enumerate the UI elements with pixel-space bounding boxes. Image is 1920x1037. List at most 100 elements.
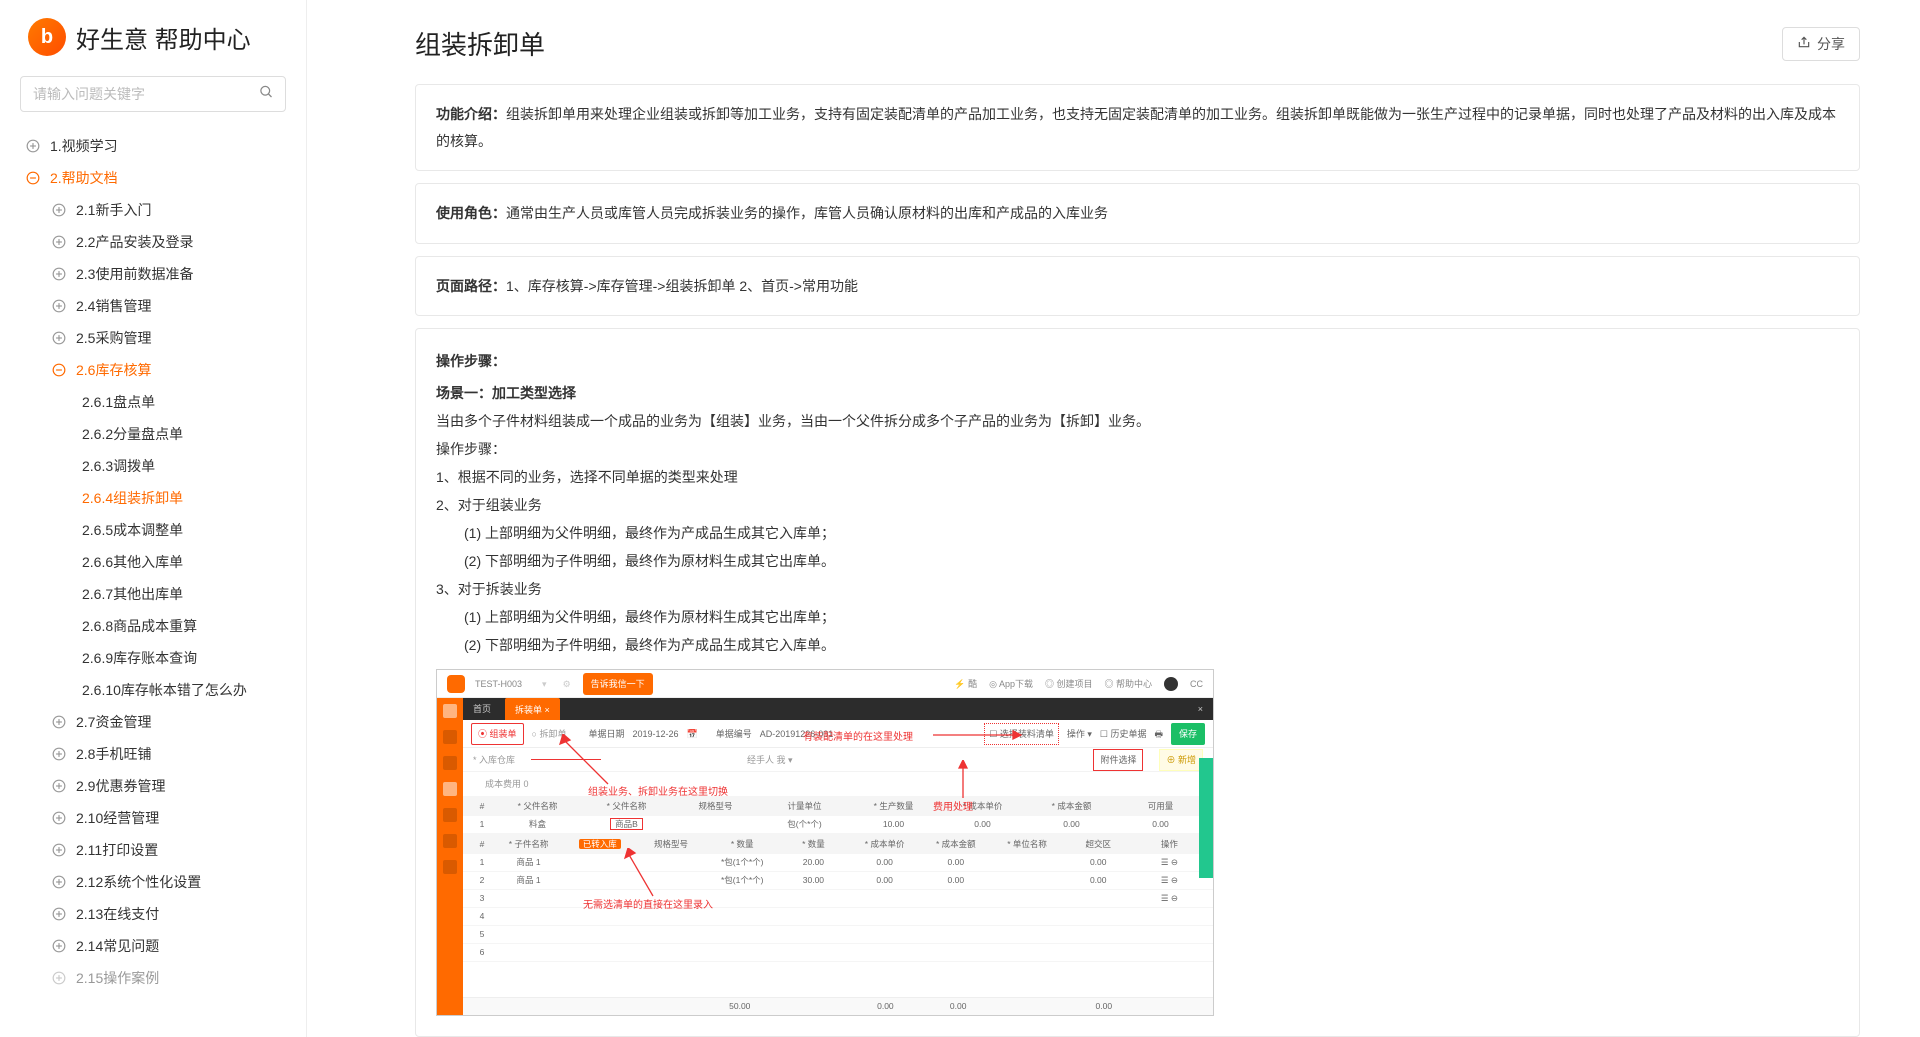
- nav-leaf-262[interactable]: 2.6.2分量盘点单: [20, 418, 286, 450]
- page-title: 组装拆卸单: [415, 25, 545, 62]
- nav-leaf-268[interactable]: 2.6.8商品成本重算: [20, 610, 286, 642]
- nav-label: 2.2产品安装及登录: [76, 226, 193, 258]
- search-box: [20, 76, 286, 112]
- td: 30.00: [778, 872, 849, 889]
- chevron-down-icon: ▾: [542, 675, 547, 693]
- intro-label: 功能介绍：: [436, 106, 506, 122]
- td: ☰ ⊖: [1134, 890, 1205, 907]
- embed-logo-icon: [447, 675, 465, 693]
- embed-date-val: 2019-12-26: [632, 725, 678, 743]
- menu-icon: [443, 808, 457, 822]
- nav-sub-24[interactable]: 2.4销售管理: [20, 290, 286, 322]
- nav-sub-213[interactable]: 2.13在线支付: [20, 898, 286, 930]
- nav-leaf-265[interactable]: 2.6.5成本调整单: [20, 514, 286, 546]
- th: 已转入库: [579, 839, 621, 849]
- nav-sub-25[interactable]: 2.5采购管理: [20, 322, 286, 354]
- td: 5: [471, 926, 493, 943]
- embed-tab-home: 首页: [473, 700, 491, 718]
- nav-sub-210[interactable]: 2.10经营管理: [20, 802, 286, 834]
- td: 3: [471, 890, 493, 907]
- th: 计量单位: [760, 798, 849, 815]
- foot-val: 0.00: [922, 998, 995, 1015]
- embed-child-thead: # * 子件名称 已转入库 规格型号 * 数量 * 数量 * 成本单价 * 成本…: [463, 834, 1213, 854]
- role-box: 使用角色：通常由生产人员或库管人员完成拆装业务的操作，库管人员确认原材料的出库和…: [415, 183, 1860, 244]
- nav-sub-211[interactable]: 2.11打印设置: [20, 834, 286, 866]
- search-icon[interactable]: [259, 85, 274, 104]
- main: 组装拆卸单 分享 功能介绍：组装拆卸单用来处理企业组装或拆卸等加工业务，支持有固…: [307, 0, 1920, 1037]
- nav-label: 2.6.9库存账本查询: [82, 642, 197, 674]
- nav-label: 2.6.2分量盘点单: [82, 418, 183, 450]
- td: 0.00: [1063, 854, 1134, 871]
- plus-icon: [50, 713, 68, 731]
- embed-tabbar: 首页 拆装单 × ×: [463, 698, 1213, 720]
- th: #: [471, 836, 493, 853]
- nav-sub-215[interactable]: 2.15操作案例: [20, 962, 286, 994]
- nav-sub-21[interactable]: 2.1新手入门: [20, 194, 286, 226]
- nav-item-docs[interactable]: 2.帮助文档 2.1新手入门 2.2产品安装及登录 2.3使用前数据准备 2.4…: [20, 162, 286, 994]
- menu-icon: [443, 756, 457, 770]
- embed-tb-r2: ◎ App下载: [989, 675, 1033, 693]
- menu-icon: [443, 782, 457, 796]
- nav-label: 2.12系统个性化设置: [76, 866, 201, 898]
- embed-tb-r3: ◎ 创建项目: [1045, 675, 1093, 693]
- nav-sub-214[interactable]: 2.14常见问题: [20, 930, 286, 962]
- nav-label: 2.6.7其他出库单: [82, 578, 183, 610]
- embed-parent-thead: # * 父件名称 * 父件名称 规格型号 计量单位 * 生产数量 * 成本单价 …: [463, 796, 1213, 816]
- td: ☰ ⊖: [1134, 872, 1205, 889]
- nav-sub-27[interactable]: 2.7资金管理: [20, 706, 286, 738]
- nav-label: 2.6.6其他入库单: [82, 546, 183, 578]
- th: * 子件名称: [493, 836, 564, 853]
- nav-leaf-261[interactable]: 2.6.1盘点单: [20, 386, 286, 418]
- embed-demo-btn: 告诉我信一下: [583, 673, 653, 695]
- nav-sub-28[interactable]: 2.8手机旺铺: [20, 738, 286, 770]
- embed-cost-box: 附件选择: [1093, 749, 1143, 771]
- arrow-icon: [953, 760, 983, 800]
- embed-save: 保存: [1171, 723, 1205, 745]
- td: 2: [471, 872, 493, 889]
- nav-label: 2.7资金管理: [76, 706, 151, 738]
- embed-radio1: ⦿ 组装单: [471, 723, 524, 745]
- minus-icon: [24, 169, 42, 187]
- embed-op-person: 经手人 我 ▾: [747, 751, 793, 769]
- menu-icon: [443, 860, 457, 874]
- embed-code: TEST-H003: [475, 675, 522, 693]
- nav-leaf-263[interactable]: 2.6.3调拨单: [20, 450, 286, 482]
- plus-icon: [24, 137, 42, 155]
- nav-sub-29[interactable]: 2.9优惠券管理: [20, 770, 286, 802]
- plus-icon: [50, 809, 68, 827]
- nav-sub-212[interactable]: 2.12系统个性化设置: [20, 866, 286, 898]
- nav-leaf-264[interactable]: 2.6.4组装拆卸单: [20, 482, 286, 514]
- nav-label: 2.6.5成本调整单: [82, 514, 183, 546]
- embed-code-label: 单据编号: [716, 725, 752, 743]
- nav-leaf-269[interactable]: 2.6.9库存账本查询: [20, 642, 286, 674]
- role-label: 使用角色：: [436, 205, 506, 221]
- nav-sub-22[interactable]: 2.2产品安装及登录: [20, 226, 286, 258]
- nav-label: 2.10经营管理: [76, 802, 159, 834]
- calendar-icon: 📅: [687, 725, 698, 743]
- search-input[interactable]: [20, 76, 286, 112]
- th: * 生产数量: [849, 798, 938, 815]
- foot-val: 50.00: [703, 998, 776, 1015]
- embed-tb-r1: ⚡ 酷: [954, 675, 977, 693]
- th: 可用量: [1116, 798, 1205, 815]
- nav-label: 2.1新手入门: [76, 194, 151, 226]
- embed-wh-label: * 入库仓库: [473, 751, 515, 769]
- logo-text: 好生意 帮助中心: [76, 20, 251, 55]
- nav-label: 2.帮助文档: [50, 162, 118, 194]
- nav-sub-26[interactable]: 2.6库存核算 2.6.1盘点单 2.6.2分量盘点单 2.6.3调拨单 2.6…: [20, 354, 286, 706]
- avatar-icon: [1164, 677, 1178, 691]
- nav-label: 2.6.4组装拆卸单: [82, 482, 183, 514]
- nav-sub-23[interactable]: 2.3使用前数据准备: [20, 258, 286, 290]
- nav-item-video[interactable]: 1.视频学习: [20, 130, 286, 162]
- th: * 成本金额: [1027, 798, 1116, 815]
- share-button[interactable]: 分享: [1782, 27, 1860, 61]
- step3a: (1) 上部明细为父件明细，最终作为原材料生成其它出库单；: [436, 603, 1839, 631]
- nav-label: 2.6.10库存帐本错了怎么办: [82, 674, 247, 706]
- nav-leaf-267[interactable]: 2.6.7其他出库单: [20, 578, 286, 610]
- nav-leaf-2610[interactable]: 2.6.10库存帐本错了怎么办: [20, 674, 286, 706]
- nav-leaf-266[interactable]: 2.6.6其他入库单: [20, 546, 286, 578]
- nav-label: 2.9优惠券管理: [76, 770, 165, 802]
- menu-icon: [443, 704, 457, 718]
- path-text: 1、库存核算->库存管理->组装拆卸单 2、首页->常用功能: [506, 278, 858, 294]
- td: 0.00: [849, 872, 920, 889]
